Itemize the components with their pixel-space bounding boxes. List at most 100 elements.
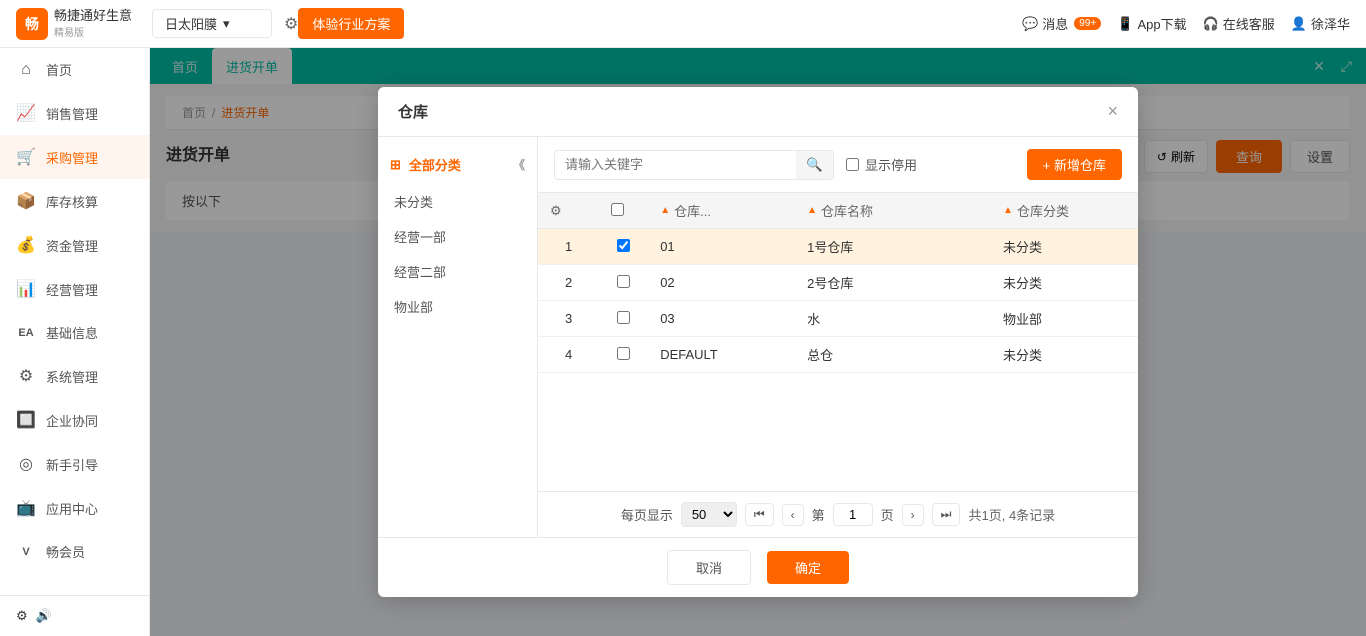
page-total-info: 共1页, 4条记录 [968,505,1055,524]
sidebar-item-operation[interactable]: 📊 经营管理 [0,267,149,311]
cell-code: 01 [648,229,795,265]
category-item-dept2[interactable]: 经营二部 [378,254,537,289]
cell-check [599,229,648,265]
top-header: 畅 畅捷通好生意 精易版 日太阳膜 ▾ ⚙ 体验行业方案 💬 消息 99+ 📱 … [0,0,1366,48]
finance-icon: 💰 [16,235,36,255]
table-panel: 🔍 显示停用 + 新增仓库 [538,137,1138,537]
sidebar-item-system[interactable]: ⚙ 系统管理 [0,354,149,398]
apps-icon: 📺 [16,498,36,518]
sidebar-item-basic[interactable]: EA 基础信息 [0,311,149,354]
modal-title: 仓库 [398,101,428,122]
sidebar-item-finance[interactable]: 💰 资金管理 [0,223,149,267]
cell-name: 2号仓库 [795,265,991,301]
add-warehouse-button[interactable]: + 新增仓库 [1027,149,1122,180]
sidebar: ⌂ 首页 📈 销售管理 🛒 采购管理 📦 库存核算 💰 资金管理 📊 经营管理 … [0,48,150,636]
sidebar-item-guide[interactable]: ◎ 新手引导 [0,442,149,486]
search-button[interactable]: 🔍 [796,151,833,179]
cell-code: 03 [648,301,795,337]
service-label: 在线客服 [1223,14,1275,33]
table-row[interactable]: 4 DEFAULT 总仓 未分类 [538,337,1138,373]
page-size-select[interactable]: 50 10 20 100 [681,502,737,527]
warehouse-modal: 仓库 × ⊞ 全部分类 《 未分类 [378,87,1138,597]
cell-category: 物业部 [991,301,1138,337]
message-button[interactable]: 💬 消息 99+ [1022,14,1101,33]
confirm-button[interactable]: 确定 [767,551,849,584]
first-page-button[interactable]: ⏮ [745,503,774,526]
table-header: ⚙ ▲ 仓库... [538,193,1138,229]
operation-icon: 📊 [16,279,36,299]
trial-button[interactable]: 体验行业方案 [298,8,404,39]
last-page-button[interactable]: ⏭ [932,503,961,526]
header-right: 💬 消息 99+ 📱 App下载 🎧 在线客服 👤 徐泽华 [1022,14,1350,33]
inventory-icon: 📦 [16,191,36,211]
system-icon: ⚙ [16,366,36,386]
brand-name: 畅捷通好生意 精易版 [54,8,132,39]
table-row[interactable]: 2 02 2号仓库 未分类 [538,265,1138,301]
cancel-button[interactable]: 取消 [667,550,751,585]
all-categories[interactable]: ⊞ 全部分类 [390,155,461,174]
sidebar-label-basic: 基础信息 [46,323,98,342]
sidebar-label-purchase: 采购管理 [46,148,98,167]
col-header-check [599,193,648,229]
guide-icon: ◎ [16,454,36,474]
search-input[interactable] [555,151,796,178]
warehouse-table: ⚙ ▲ 仓库... [538,193,1138,373]
cell-code: DEFAULT [648,337,795,373]
sidebar-item-enterprise[interactable]: 🔲 企业协同 [0,398,149,442]
cell-code: 02 [648,265,795,301]
cell-category: 未分类 [991,337,1138,373]
settings-col-icon[interactable]: ⚙ [550,203,562,218]
select-all-checkbox[interactable] [611,203,624,216]
prev-page-button[interactable]: ‹ [782,504,804,526]
sidebar-item-apps[interactable]: 📺 应用中心 [0,486,149,530]
user-profile[interactable]: 👤 徐泽华 [1291,14,1350,33]
modal-header: 仓库 × [378,87,1138,137]
sidebar-item-purchase[interactable]: 🛒 采购管理 [0,135,149,179]
next-page-button[interactable]: › [902,504,924,526]
show-disabled-label: 显示停用 [846,155,917,174]
page-number-input[interactable] [833,503,873,526]
grid-icon: ⊞ [390,157,401,173]
online-service-button[interactable]: 🎧 在线客服 [1203,14,1275,33]
show-disabled-checkbox[interactable] [846,158,859,171]
sidebar-item-sales[interactable]: 📈 销售管理 [0,91,149,135]
category-item-property[interactable]: 物业部 [378,289,537,324]
sidebar-item-inventory[interactable]: 📦 库存核算 [0,179,149,223]
collapse-panel-icon[interactable]: 《 [513,156,525,173]
table-toolbar: 🔍 显示停用 + 新增仓库 [538,137,1138,193]
search-icon: 🔍 [806,157,823,172]
table-row[interactable]: 3 03 水 物业部 [538,301,1138,337]
modal-close-button[interactable]: × [1107,101,1118,122]
row-checkbox[interactable] [617,347,630,360]
notification-badge: 99+ [1074,17,1101,30]
gear-icon[interactable]: ⚙ [284,14,298,34]
table-row[interactable]: 1 01 1号仓库 未分类 [538,229,1138,265]
store-selector[interactable]: 日太阳膜 ▾ [152,9,272,38]
sidebar-label-member: 畅会员 [46,542,85,561]
row-checkbox[interactable] [617,239,630,252]
sort-name-icon: ▲ [807,205,817,216]
sidebar-label-home: 首页 [46,60,72,79]
sidebar-item-home[interactable]: ⌂ 首页 [0,48,149,91]
user-name: 徐泽华 [1311,14,1350,33]
cell-check [599,265,648,301]
home-icon: ⌂ [16,61,36,79]
sidebar-label-guide: 新手引导 [46,455,98,474]
sidebar-label-system: 系统管理 [46,367,98,386]
row-checkbox[interactable] [617,311,630,324]
app-download-button[interactable]: 📱 App下载 [1117,14,1186,33]
cell-name: 1号仓库 [795,229,991,265]
page-unit: 页 [881,505,894,524]
pagination: 每页显示 50 10 20 100 ⏮ ‹ 第 页 [538,491,1138,537]
volume-icon[interactable]: 🔊 [36,608,52,624]
col-header-code: ▲ 仓库... [648,193,795,229]
cell-check [599,337,648,373]
category-item-dept1[interactable]: 经营一部 [378,219,537,254]
cell-name: 总仓 [795,337,991,373]
row-checkbox[interactable] [617,275,630,288]
category-item-unclassified[interactable]: 未分类 [378,184,537,219]
settings-bottom-icon[interactable]: ⚙ [16,608,28,624]
search-box: 🔍 [554,150,834,180]
cell-no: 1 [538,229,599,265]
sidebar-item-member[interactable]: V 畅会员 [0,530,149,573]
